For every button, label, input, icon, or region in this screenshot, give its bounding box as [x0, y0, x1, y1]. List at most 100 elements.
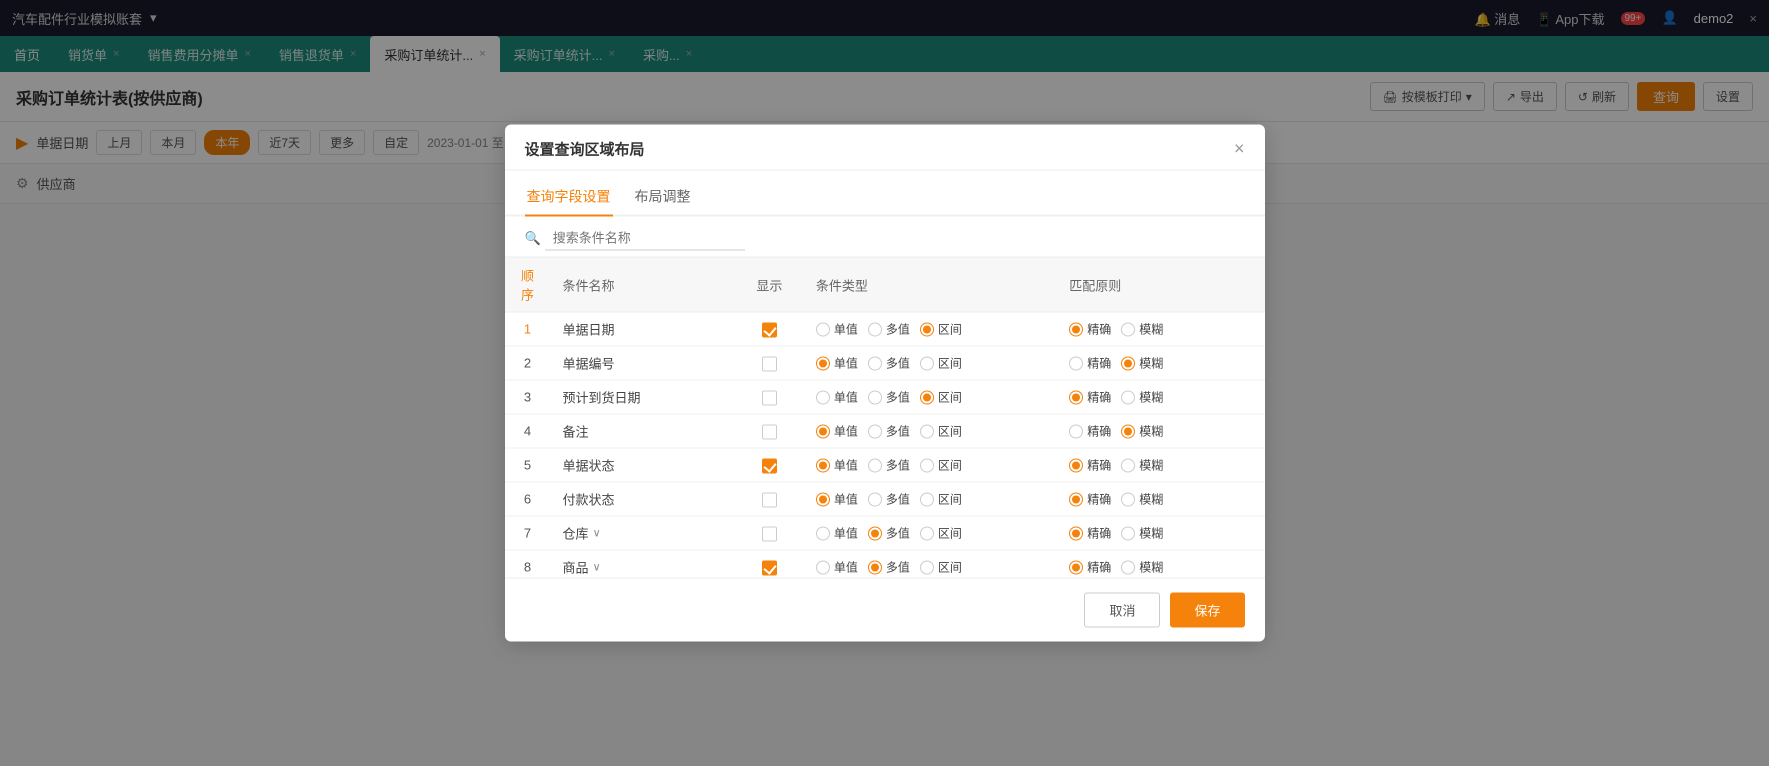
type-radio-item[interactable]: 多值 — [868, 559, 910, 576]
type-radio-item[interactable]: 多值 — [868, 491, 910, 508]
type-radio[interactable] — [868, 526, 882, 540]
col-header-seq: 顺序 — [505, 258, 551, 313]
type-radio-item[interactable]: 区间 — [920, 525, 962, 542]
type-radio[interactable] — [868, 390, 882, 404]
match-radio-item[interactable]: 模糊 — [1121, 321, 1163, 338]
match-radio-item[interactable]: 模糊 — [1121, 457, 1163, 474]
cancel-button[interactable]: 取消 — [1084, 593, 1160, 628]
match-radio[interactable] — [1121, 390, 1135, 404]
match-radio-item[interactable]: 精确 — [1069, 389, 1111, 406]
type-radio[interactable] — [920, 322, 934, 336]
dialog-search-icon: 🔍 — [525, 231, 541, 247]
match-radio-item[interactable]: 精确 — [1069, 321, 1111, 338]
type-radio-item[interactable]: 区间 — [920, 321, 962, 338]
type-radio-item[interactable]: 多值 — [868, 423, 910, 440]
match-radio[interactable] — [1121, 492, 1135, 506]
type-radio[interactable] — [920, 526, 934, 540]
type-radio-item[interactable]: 单值 — [816, 491, 858, 508]
type-radio[interactable] — [816, 492, 830, 506]
type-radio[interactable] — [920, 560, 934, 574]
match-radio-item[interactable]: 模糊 — [1121, 389, 1163, 406]
tab-query-fields[interactable]: 查询字段设置 — [525, 181, 613, 217]
match-radio[interactable] — [1069, 458, 1083, 472]
match-radio[interactable] — [1121, 526, 1135, 540]
type-radio-item[interactable]: 区间 — [920, 491, 962, 508]
match-radio[interactable] — [1069, 356, 1083, 370]
tab-layout-adjust[interactable]: 布局调整 — [633, 181, 693, 217]
dialog-search-input[interactable] — [545, 227, 745, 251]
match-radio-item[interactable]: 模糊 — [1121, 559, 1163, 576]
type-radio-item[interactable]: 区间 — [920, 423, 962, 440]
type-radio-item[interactable]: 多值 — [868, 525, 910, 542]
match-radio-item[interactable]: 精确 — [1069, 423, 1111, 440]
type-radio[interactable] — [816, 322, 830, 336]
show-checkbox[interactable] — [762, 356, 777, 371]
match-radio[interactable] — [1121, 560, 1135, 574]
type-radio[interactable] — [816, 356, 830, 370]
type-radio[interactable] — [816, 526, 830, 540]
match-radio[interactable] — [1121, 356, 1135, 370]
type-radio[interactable] — [920, 458, 934, 472]
match-radio[interactable] — [1121, 458, 1135, 472]
match-radio[interactable] — [1069, 322, 1083, 336]
match-radio-label: 模糊 — [1139, 423, 1163, 440]
match-radio[interactable] — [1121, 424, 1135, 438]
match-radio[interactable] — [1069, 526, 1083, 540]
show-checkbox[interactable] — [762, 492, 777, 507]
type-radio-item[interactable]: 单值 — [816, 457, 858, 474]
show-checkbox[interactable] — [762, 526, 777, 541]
expand-arrow-icon[interactable]: ∨ — [593, 561, 601, 574]
type-radio[interactable] — [868, 560, 882, 574]
show-checkbox[interactable] — [762, 424, 777, 439]
type-radio[interactable] — [868, 322, 882, 336]
row-show-cell — [735, 516, 804, 550]
type-radio-item[interactable]: 单值 — [816, 559, 858, 576]
type-radio-item[interactable]: 单值 — [816, 389, 858, 406]
type-radio-item[interactable]: 区间 — [920, 389, 962, 406]
type-radio-item[interactable]: 区间 — [920, 559, 962, 576]
match-radio-item[interactable]: 精确 — [1069, 559, 1111, 576]
match-radio-item[interactable]: 精确 — [1069, 355, 1111, 372]
type-radio-item[interactable]: 单值 — [816, 355, 858, 372]
type-radio-item[interactable]: 单值 — [816, 321, 858, 338]
type-radio-item[interactable]: 单值 — [816, 423, 858, 440]
show-checkbox[interactable] — [762, 458, 777, 473]
match-radio[interactable] — [1069, 390, 1083, 404]
type-radio[interactable] — [920, 390, 934, 404]
type-radio[interactable] — [868, 458, 882, 472]
type-radio[interactable] — [868, 492, 882, 506]
save-button[interactable]: 保存 — [1170, 593, 1244, 628]
type-radio-item[interactable]: 多值 — [868, 321, 910, 338]
type-radio-item[interactable]: 单值 — [816, 525, 858, 542]
type-radio-item[interactable]: 多值 — [868, 389, 910, 406]
match-radio-item[interactable]: 精确 — [1069, 525, 1111, 542]
match-radio-item[interactable]: 模糊 — [1121, 423, 1163, 440]
match-radio-item[interactable]: 精确 — [1069, 491, 1111, 508]
show-checkbox[interactable] — [762, 322, 777, 337]
match-radio-item[interactable]: 模糊 — [1121, 355, 1163, 372]
type-radio-item[interactable]: 区间 — [920, 457, 962, 474]
show-checkbox[interactable] — [762, 560, 777, 575]
type-radio[interactable] — [920, 424, 934, 438]
type-radio-item[interactable]: 多值 — [868, 355, 910, 372]
type-radio-item[interactable]: 多值 — [868, 457, 910, 474]
type-radio[interactable] — [868, 424, 882, 438]
match-radio-item[interactable]: 精确 — [1069, 457, 1111, 474]
show-checkbox[interactable] — [762, 390, 777, 405]
match-radio[interactable] — [1069, 560, 1083, 574]
dialog-close-button[interactable]: × — [1234, 139, 1245, 160]
match-radio[interactable] — [1069, 492, 1083, 506]
type-radio[interactable] — [816, 458, 830, 472]
type-radio[interactable] — [920, 356, 934, 370]
match-radio-item[interactable]: 模糊 — [1121, 525, 1163, 542]
type-radio[interactable] — [920, 492, 934, 506]
type-radio[interactable] — [816, 560, 830, 574]
match-radio-item[interactable]: 模糊 — [1121, 491, 1163, 508]
match-radio[interactable] — [1121, 322, 1135, 336]
type-radio[interactable] — [816, 390, 830, 404]
match-radio[interactable] — [1069, 424, 1083, 438]
type-radio-item[interactable]: 区间 — [920, 355, 962, 372]
expand-arrow-icon[interactable]: ∨ — [593, 527, 601, 540]
type-radio[interactable] — [816, 424, 830, 438]
type-radio[interactable] — [868, 356, 882, 370]
